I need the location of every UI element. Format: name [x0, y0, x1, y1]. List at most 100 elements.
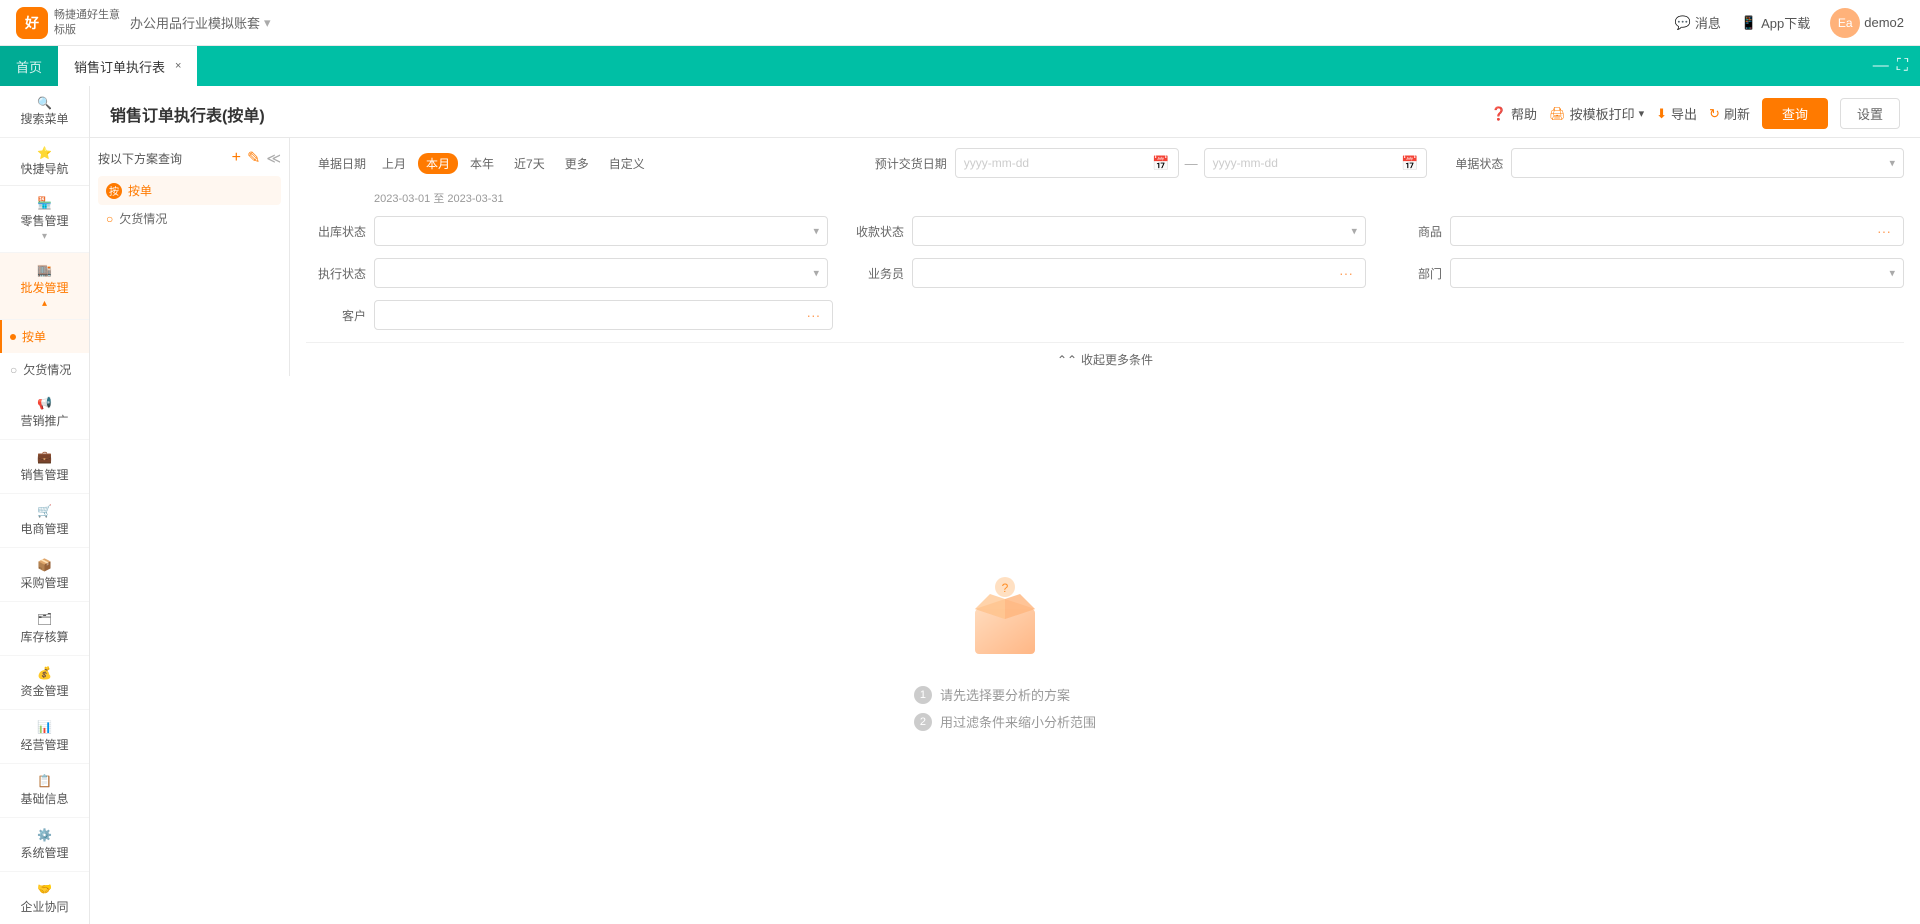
date-start-icon: 📅 — [1152, 155, 1169, 172]
expected-date-range: yyyy-mm-dd 📅 — yyyy-mm-dd 📅 — [955, 148, 1428, 178]
expected-date-field: 预计交货日期 yyyy-mm-dd 📅 — yyyy-mm-dd 📅 — [875, 148, 1428, 178]
payment-status-field: 收款状态 ▾ — [844, 216, 1366, 246]
department-select[interactable]: ▾ — [1450, 258, 1904, 288]
sidebar-item-sales[interactable]: 💼 销售管理 — [0, 440, 89, 494]
salesperson-select[interactable]: ··· — [912, 258, 1366, 288]
customer-ellipsis[interactable]: ··· — [802, 307, 824, 323]
page-header: 销售订单执行表(按单) ❓ 帮助 🖨 按模板打印 ▾ ⬇ 导出 ↻ 刷新 — [90, 86, 1920, 138]
payment-status-select[interactable]: ▾ — [912, 216, 1366, 246]
exec-status-arrow: ▾ — [813, 267, 819, 280]
date-tab-more[interactable]: 更多 — [557, 153, 597, 174]
tab-maximize-icon[interactable]: ⛶ — [1897, 57, 1908, 75]
sidebar-item-wholesale[interactable]: 🏬 批发管理 ▴ — [0, 253, 89, 320]
scheme-collapse-button[interactable]: ≪ — [266, 150, 281, 167]
sidebar-item-retail[interactable]: 🏪 零售管理 ▾ — [0, 186, 89, 253]
scheme-actions: + ✎ ≪ — [232, 148, 281, 168]
empty-tips: 1 请先选择要分析的方案 2 用过滤条件来缩小分析范围 — [914, 685, 1096, 731]
scheme-item-arrears[interactable]: ○ 欠货情况 — [98, 205, 281, 232]
enterprise-icon: 🤝 — [37, 882, 52, 896]
date-tab-7days[interactable]: 近7天 — [506, 153, 553, 174]
collapse-filters-button[interactable]: ⌃⌃ 收起更多条件 — [306, 342, 1904, 376]
query-button[interactable]: 查询 — [1762, 98, 1828, 129]
filter-row-1: 单据日期 上月 本月 本年 近7天 更多 自定义 预计交货日期 — [306, 148, 1904, 178]
sales-icon: 💼 — [37, 450, 52, 464]
date-tab-custom[interactable]: 自定义 — [601, 153, 653, 174]
exec-status-label: 执行状态 — [306, 265, 366, 282]
date-tab-this-month[interactable]: 本月 — [418, 153, 458, 174]
retail-icon: 🏪 — [37, 196, 52, 210]
sidebar-item-system[interactable]: ⚙️ 系统管理 — [0, 818, 89, 872]
sidebar-search[interactable]: 🔍 搜索菜单 — [0, 86, 89, 138]
customer-select[interactable]: ··· — [374, 300, 833, 330]
ship-status-wrap: ▾ — [374, 216, 828, 246]
settings-button[interactable]: 设置 — [1840, 98, 1900, 129]
exec-status-select[interactable]: ▾ — [374, 258, 828, 288]
order-status-label: 单据状态 — [1443, 155, 1503, 172]
sidebar-item-finance[interactable]: 💰 资金管理 — [0, 656, 89, 710]
customer-label: 客户 — [306, 307, 366, 324]
salesperson-ellipsis[interactable]: ··· — [1335, 265, 1357, 281]
ship-status-arrow: ▾ — [813, 225, 819, 238]
arrears-scheme-icon: ○ — [106, 212, 113, 226]
wholesale-expand-icon: ▴ — [42, 298, 47, 309]
product-ellipsis[interactable]: ··· — [1873, 223, 1895, 239]
sidebar-sub-item-arrears[interactable]: ○ 欠货情况 — [0, 353, 89, 386]
customer-wrap: ··· — [374, 300, 833, 330]
scheme-header: 按以下方案查询 + ✎ ≪ — [98, 148, 281, 168]
date-tab-last-month[interactable]: 上月 — [374, 153, 414, 174]
scheme-edit-button[interactable]: ✎ — [247, 148, 260, 168]
department-label: 部门 — [1382, 265, 1442, 282]
exec-status-field: 执行状态 ▾ — [306, 258, 828, 288]
date-field: 单据日期 上月 本月 本年 近7天 更多 自定义 — [306, 153, 859, 174]
tip-2-num: 2 — [914, 713, 932, 731]
refresh-button[interactable]: ↻ 刷新 — [1709, 104, 1750, 123]
ecommerce-icon: 🛒 — [37, 504, 52, 518]
expected-date-label: 预计交货日期 — [875, 155, 947, 172]
tab-active[interactable]: 销售订单执行表 × — [58, 46, 197, 86]
export-button[interactable]: ⬇ 导出 — [1656, 104, 1697, 123]
scheme-item-press-order[interactable]: 按 按单 — [98, 176, 281, 205]
expected-date-end[interactable]: yyyy-mm-dd 📅 — [1204, 148, 1428, 178]
press-order-dot — [10, 334, 16, 340]
data-area: ? 1 请先选择要分析的方案 2 用过滤条件来缩小分析范围 — [90, 376, 1920, 924]
sidebar-item-basic[interactable]: 📋 基础信息 — [0, 764, 89, 818]
department-arrow: ▾ — [1889, 267, 1895, 280]
message-icon: 💬 — [1675, 15, 1691, 31]
ship-status-label: 出库状态 — [306, 223, 366, 240]
print-button[interactable]: 🖨 按模板打印 ▾ — [1549, 104, 1644, 123]
breadcrumb: 办公用品行业模拟账套 ▾ — [130, 13, 271, 32]
ship-status-select[interactable]: ▾ — [374, 216, 828, 246]
payment-status-arrow: ▾ — [1351, 225, 1357, 238]
sidebar-quick-nav[interactable]: ⭐ 快捷导航 — [0, 138, 89, 186]
refresh-icon: ↻ — [1709, 106, 1720, 122]
empty-box-svg: ? — [955, 569, 1055, 669]
sidebar-item-marketing[interactable]: 📢 营销推广 — [0, 386, 89, 440]
sidebar-item-ecommerce[interactable]: 🛒 电商管理 — [0, 494, 89, 548]
filter-row-4: 客户 ··· — [306, 300, 1904, 330]
date-tab-this-year[interactable]: 本年 — [462, 153, 502, 174]
tab-minimize-icon[interactable]: — — [1873, 57, 1889, 75]
payment-status-wrap: ▾ — [912, 216, 1366, 246]
scheme-panel: 按以下方案查询 + ✎ ≪ 按 按单 ○ 欠货情况 — [90, 138, 290, 376]
tab-bar: 首页 销售订单执行表 × — ⛶ — [0, 46, 1920, 86]
user-menu[interactable]: Ea demo2 — [1830, 8, 1904, 38]
app-download-button[interactable]: 📱 App下载 — [1741, 13, 1810, 32]
expected-date-start[interactable]: yyyy-mm-dd 📅 — [955, 148, 1179, 178]
avatar: Ea — [1830, 8, 1860, 38]
help-button[interactable]: ❓ 帮助 — [1491, 104, 1537, 123]
customer-field: 客户 ··· — [306, 300, 833, 330]
help-icon: ❓ — [1491, 106, 1507, 122]
sidebar-item-enterprise[interactable]: 🤝 企业协同 — [0, 872, 89, 924]
product-select[interactable]: ··· — [1450, 216, 1904, 246]
product-wrap: ··· — [1450, 216, 1904, 246]
tab-close-button[interactable]: × — [175, 60, 181, 72]
sidebar-item-purchase[interactable]: 📦 采购管理 — [0, 548, 89, 602]
scheme-add-button[interactable]: + — [232, 149, 241, 167]
top-bar-left: 好 畅捷通好生意 标版 办公用品行业模拟账套 ▾ — [16, 7, 271, 39]
tab-home[interactable]: 首页 — [0, 46, 58, 86]
sidebar-sub-item-press-order[interactable]: 按单 — [0, 320, 89, 353]
order-status-select[interactable]: ▾ — [1511, 148, 1904, 178]
sidebar-item-operation[interactable]: 📊 经营管理 — [0, 710, 89, 764]
message-button[interactable]: 💬 消息 — [1675, 13, 1721, 32]
sidebar-item-inventory[interactable]: 🗂 库存核算 — [0, 602, 89, 656]
